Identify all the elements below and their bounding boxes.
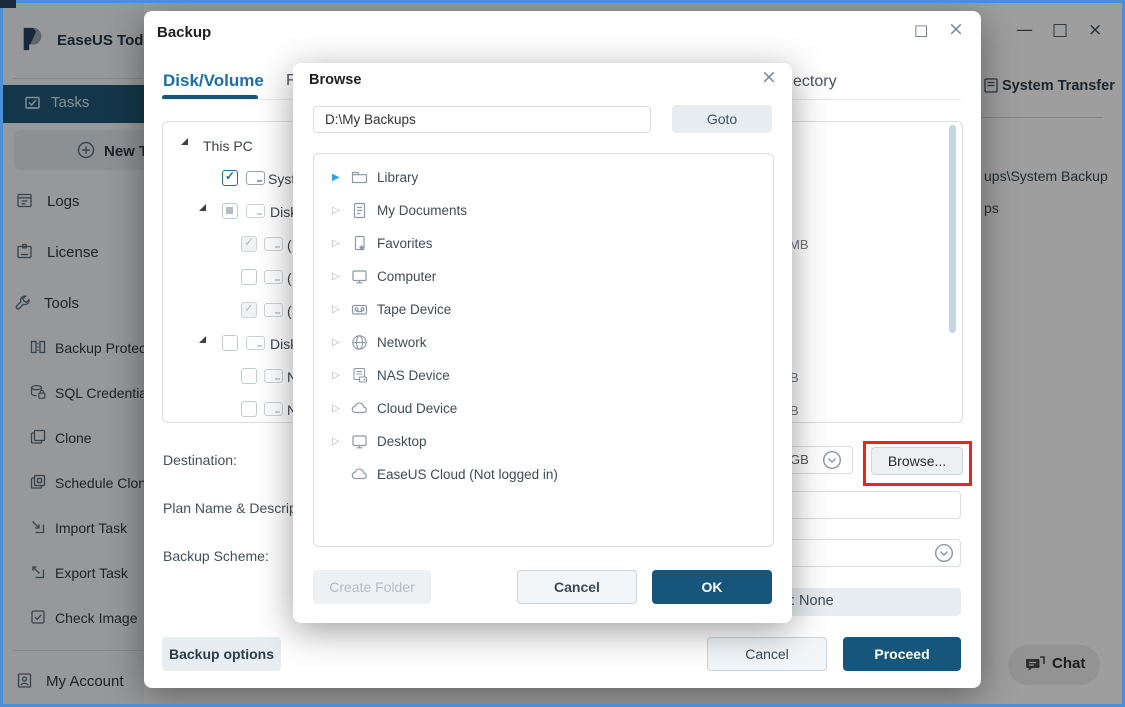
cloud-icon [351,468,367,480]
tree-item-label: Library [377,170,419,185]
close-icon[interactable]: × [761,68,777,87]
ok-button[interactable]: OK [652,570,772,604]
backup-dialog-title: Backup [157,24,212,41]
tree-item-label: Network [377,335,427,350]
tree-node-partition-fragment[interactable]: ( [287,270,292,286]
tree-item-nas-device[interactable]: ▷ NAS Device [315,363,770,389]
tree-item-network[interactable]: ▷ Network [315,330,770,356]
chevron-down-icon[interactable] [822,450,842,470]
disk-icon [264,237,283,251]
folder-icon [351,171,368,184]
expander-outline-icon[interactable]: ▷ [332,363,340,389]
proceed-button[interactable]: Proceed [843,637,961,671]
tree-item-desktop[interactable]: ▷ Desktop [315,429,770,455]
expander-icon[interactable] [199,204,206,211]
destination-label: Destination: [163,452,237,468]
tree-item-label: EaseUS Cloud (Not logged in) [377,467,558,482]
tree-item-label: My Documents [377,203,468,218]
expander-icon[interactable] [199,336,206,343]
browse-dialog-title: Browse [309,72,362,88]
plan-name-label: Plan Name & Descrip [163,500,297,516]
nas-icon [353,367,368,383]
cancel-button[interactable]: Cancel [707,637,827,671]
document-icon [353,202,366,219]
checkbox-unchecked[interactable] [241,368,257,384]
backup-scheme-label: Backup Scheme: [163,548,269,564]
tree-item-label: Tape Device [377,302,452,317]
none-fragment: : None [791,593,834,609]
tree-item-library[interactable]: ▶ Library [315,165,770,191]
dialog-maximize-button[interactable]: □ [914,21,928,39]
create-folder-button[interactable]: Create Folder [313,570,431,604]
tree-item-computer[interactable]: ▷ Computer [315,264,770,290]
expander-outline-icon[interactable]: ▷ [332,198,340,224]
tree-item-tape-device[interactable]: ▷ Tape Device [315,297,770,323]
dialog-close-icon[interactable]: × [948,20,964,39]
tree-node-partition-fragment[interactable]: ( [287,237,292,253]
tree-item-label: Desktop [377,434,427,449]
tab-disk-volume[interactable]: Disk/Volume [163,71,264,91]
location-tree-panel: ▶ Library ▷ My Documents ▷ Favorites ▷ C… [313,153,774,547]
expander-outline-icon[interactable]: ▷ [332,330,340,356]
screen: EaseUS Todo Tasks New T Logs License Too… [0,0,1125,707]
checkbox-unchecked[interactable] [241,401,257,417]
checkbox-unchecked[interactable] [222,335,238,351]
expander-outline-icon[interactable]: ▷ [332,297,340,323]
disk-icon [264,402,283,416]
disk-icon [264,270,283,284]
cloud-icon [351,402,367,414]
disk-icon [264,369,283,383]
checkbox-checked[interactable] [222,169,238,186]
expander-outline-icon[interactable]: ▷ [332,264,340,290]
path-input[interactable] [314,107,650,132]
expander-filled-icon[interactable]: ▶ [332,165,340,191]
browse-dialog: Browse × Goto ▶ Library ▷ My Documents ▷… [293,63,792,623]
highlight-box [863,441,972,486]
cancel-button[interactable]: Cancel [517,570,637,604]
checkbox-checked-gray[interactable] [241,301,257,318]
checkbox-partial[interactable] [222,203,238,219]
tree-item-my-documents[interactable]: ▷ My Documents [315,198,770,224]
tree-item-favorites[interactable]: ▷ Favorites [315,231,770,257]
chevron-down-icon[interactable] [934,543,954,563]
expander-outline-icon[interactable]: ▷ [332,231,340,257]
path-input-wrap [313,106,651,133]
goto-button[interactable]: Goto [672,105,772,133]
computer-icon [352,270,367,284]
expander-icon[interactable] [181,138,188,145]
expander-outline-icon[interactable]: ▷ [332,396,340,422]
checkbox-unchecked[interactable] [241,269,257,285]
tree-item-cloud-device[interactable]: ▷ Cloud Device [315,396,770,422]
checkbox-checked-gray[interactable] [241,235,257,252]
screen-corner-mark [0,0,16,8]
expander-outline-icon[interactable]: ▷ [332,429,340,455]
disk-icon [246,204,265,218]
disk-icon [246,171,265,185]
destination-size-fragment: GB [790,452,809,467]
disk-icon [264,303,283,317]
monitor-icon [352,435,367,449]
tape-icon [351,304,368,315]
tree-node-system-fragment[interactable]: Syst [268,171,295,187]
tree-node-this-pc[interactable]: This PC [203,138,253,154]
tree-node-partition-fragment[interactable]: ( [287,303,292,319]
tree-item-label: Cloud Device [377,401,458,416]
favorites-icon [354,235,365,251]
globe-icon [352,335,367,350]
tree-item-label: NAS Device [377,368,450,383]
tree-item-easeus-cloud[interactable]: EaseUS Cloud (Not logged in) [315,462,770,488]
tree-item-label: Favorites [377,236,433,251]
tree-scrollbar[interactable] [949,125,956,333]
backup-options-button[interactable]: Backup options [162,637,281,671]
tab-directory-fragment[interactable]: ectory [793,73,837,91]
disk-icon [246,336,265,350]
tree-item-label: Computer [377,269,437,284]
